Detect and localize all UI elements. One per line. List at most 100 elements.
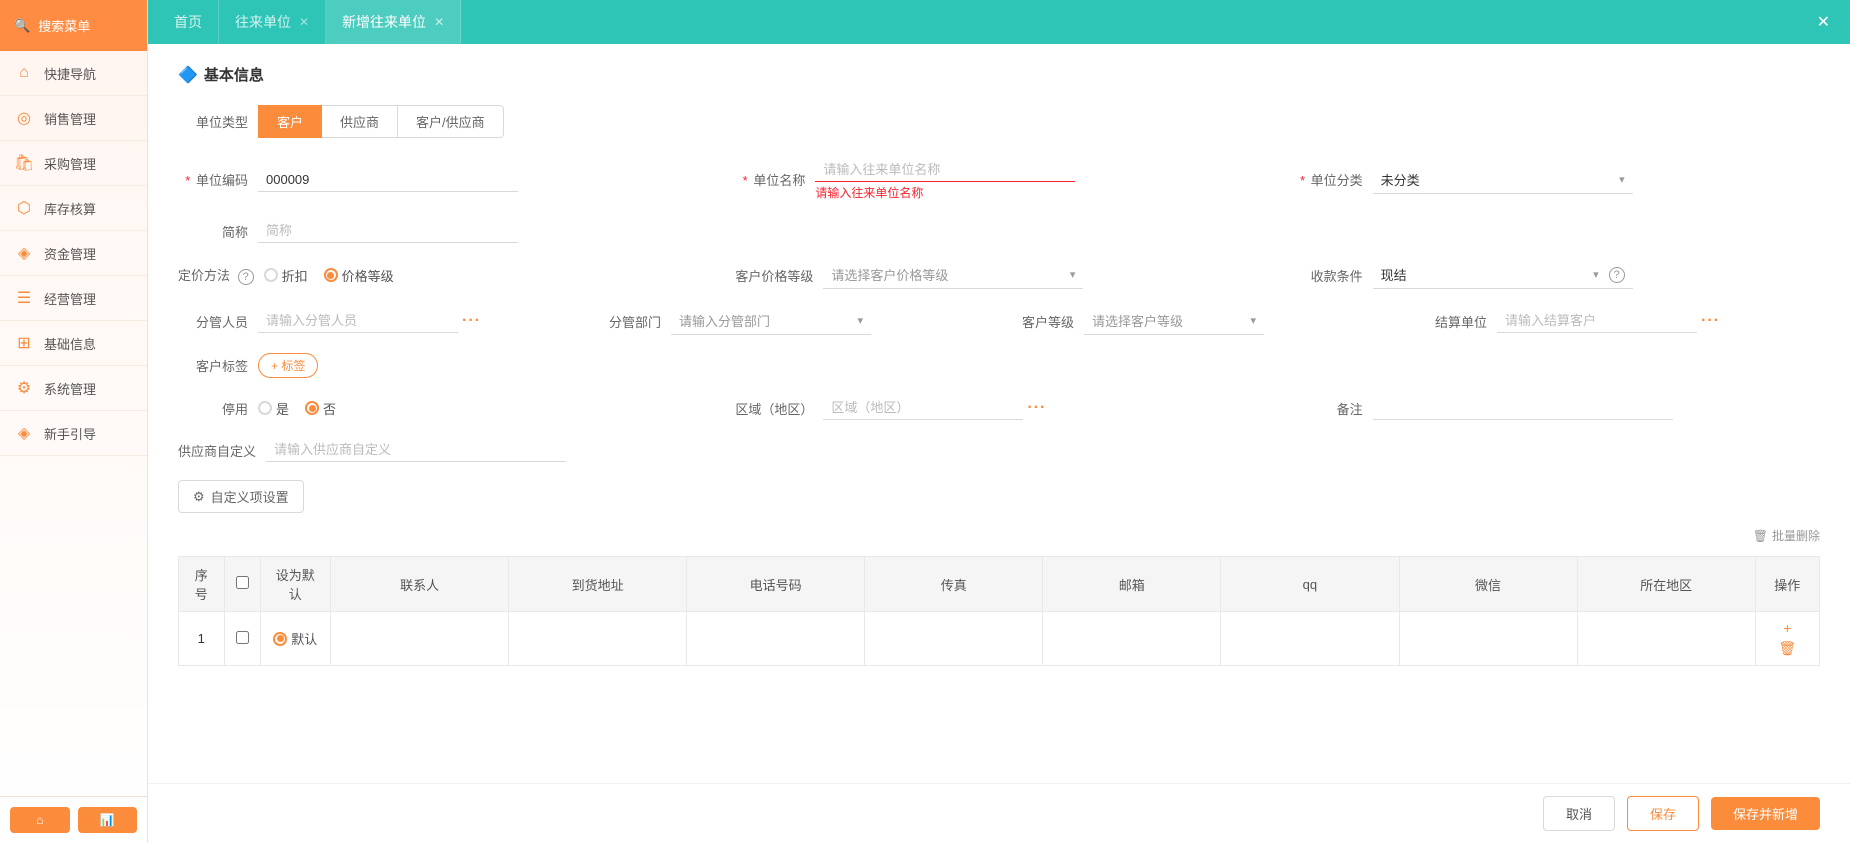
department-select[interactable]: 请输入分管部门 ▾ <box>671 307 871 335</box>
tab-partners-close[interactable]: ✕ <box>299 15 309 29</box>
sidebar: 🔍 搜索菜单 ⌂ 快捷导航 ◎ 销售管理 🛍 采购管理 ⬡ 库存核算 ◈ 资金管… <box>0 0 148 843</box>
cell-wechat[interactable] <box>1399 612 1577 666</box>
unit-category-select[interactable]: 未分类 ▾ <box>1373 166 1633 194</box>
table-header: 序号 设为默认 联系人 到货地址 电话号码 传真 邮箱 qq 微信 所在地区 操… <box>179 557 1820 612</box>
manager-input[interactable] <box>258 309 458 333</box>
tab-bar-close-btn[interactable]: ✕ <box>1807 12 1840 32</box>
sidebar-item-purchase[interactable]: 🛍 采购管理 <box>0 141 147 186</box>
add-row-btn[interactable]: + <box>1779 618 1795 638</box>
tags-label: 客户标签 <box>178 356 258 375</box>
tab-partners[interactable]: 往来单位 ✕ <box>219 0 326 44</box>
col-fax: 传真 <box>865 557 1043 612</box>
tab-new-partner[interactable]: 新增往来单位 ✕ <box>326 0 461 44</box>
cell-default[interactable]: 默认 <box>260 612 331 666</box>
sidebar-item-funds[interactable]: ◈ 资金管理 <box>0 231 147 276</box>
supplier-custom-input[interactable] <box>266 438 566 462</box>
default-radio-label: 默认 <box>291 629 317 648</box>
sidebar-item-basic[interactable]: ⊞ 基础信息 <box>0 321 147 366</box>
save-button[interactable]: 保存 <box>1627 796 1699 831</box>
payment-terms-select[interactable]: 现结 ▾ ? <box>1373 261 1633 289</box>
radio-disabled-yes[interactable]: 是 <box>258 399 289 418</box>
cell-fax[interactable] <box>865 612 1043 666</box>
sidebar-item-sales[interactable]: ◎ 销售管理 <box>0 96 147 141</box>
manager-more-btn[interactable]: ··· <box>458 312 485 330</box>
wechat-input[interactable] <box>1410 631 1567 646</box>
form-group-remark: 备注 <box>1293 396 1820 420</box>
batch-delete-button[interactable]: 🗑 批量删除 <box>1753 527 1820 544</box>
unit-code-input[interactable] <box>258 168 518 192</box>
save-new-button[interactable]: 保存并新增 <box>1711 797 1820 830</box>
batch-delete-label: 批量删除 <box>1772 527 1820 544</box>
contacts-table: 序号 设为默认 联系人 到货地址 电话号码 传真 邮箱 qq 微信 所在地区 操… <box>178 556 1820 666</box>
customer-level-chevron: ▾ <box>1250 314 1256 327</box>
contact-input[interactable] <box>341 631 498 646</box>
payment-terms-help-icon[interactable]: ? <box>1609 267 1625 283</box>
pricing-help-icon[interactable]: ? <box>238 269 254 285</box>
radio-price-level-circle <box>324 268 338 282</box>
type-btn-supplier[interactable]: 供应商 <box>321 105 398 138</box>
fax-input[interactable] <box>875 631 1032 646</box>
sidebar-search[interactable]: 🔍 搜索菜单 <box>0 10 147 41</box>
col-checkbox[interactable] <box>224 557 260 612</box>
select-all-checkbox[interactable] <box>236 576 249 589</box>
sidebar-item-quick-nav[interactable]: ⌂ 快捷导航 <box>0 51 147 96</box>
customer-price-select[interactable]: 请选择客户价格等级 ▾ <box>823 261 1083 289</box>
email-input[interactable] <box>1053 631 1210 646</box>
radio-price-level[interactable]: 价格等级 <box>324 266 394 285</box>
cell-region[interactable] <box>1577 612 1755 666</box>
customer-price-label: 客户价格等级 <box>735 266 823 285</box>
unit-code-required: * <box>185 173 190 188</box>
sidebar-bottom-btn2[interactable]: 📊 <box>78 807 138 833</box>
search-icon: 🔍 <box>14 18 30 34</box>
sidebar-item-inventory[interactable]: ⬡ 库存核算 <box>0 186 147 231</box>
form-row-abbr: 简称 <box>178 219 1820 243</box>
qq-input[interactable] <box>1231 631 1388 646</box>
region-input[interactable] <box>823 396 1023 420</box>
cell-checkbox[interactable] <box>224 612 260 666</box>
radio-disabled-no[interactable]: 否 <box>305 399 336 418</box>
cell-address[interactable] <box>509 612 687 666</box>
form-row-unit-info: * 单位编码 * 单位名称 请输入往来单位名称 * 单位分类 <box>178 158 1820 201</box>
custom-settings-button[interactable]: ⚙ 自定义项设置 <box>178 480 304 513</box>
remark-input[interactable] <box>1373 396 1673 420</box>
sidebar-item-guide[interactable]: ◈ 新手引导 <box>0 411 147 456</box>
form-group-customer-price: 客户价格等级 请选择客户价格等级 ▾ <box>735 261 1262 289</box>
region-more-btn[interactable]: ··· <box>1023 399 1050 417</box>
settlement-input[interactable] <box>1497 309 1697 333</box>
settlement-more-btn[interactable]: ··· <box>1697 312 1724 330</box>
cell-contact[interactable] <box>331 612 509 666</box>
sidebar-item-operations[interactable]: ☰ 经营管理 <box>0 276 147 321</box>
cell-email[interactable] <box>1043 612 1221 666</box>
cell-phone[interactable] <box>687 612 865 666</box>
form-group-pricing: 定价方法 ? 折扣 价格等级 <box>178 265 705 285</box>
default-radio[interactable]: 默认 <box>271 629 321 648</box>
delete-row-btn[interactable]: 🗑 <box>1774 638 1800 659</box>
customer-level-placeholder: 请选择客户等级 <box>1092 311 1246 330</box>
tab-partners-label: 往来单位 <box>235 12 291 32</box>
row-checkbox[interactable] <box>236 631 249 644</box>
sidebar-search-label: 搜索菜单 <box>38 16 90 35</box>
radio-discount[interactable]: 折扣 <box>264 266 308 285</box>
type-btn-both[interactable]: 客户/供应商 <box>397 105 504 138</box>
form-row-supplier-custom: 供应商自定义 <box>178 438 1820 462</box>
type-btn-customer[interactable]: 客户 <box>258 105 322 138</box>
abbr-input[interactable] <box>258 219 518 243</box>
address-input[interactable] <box>519 631 676 646</box>
tag-add-button[interactable]: + 标签 <box>258 353 318 378</box>
sidebar-item-system[interactable]: ⚙ 系统管理 <box>0 366 147 411</box>
sales-icon: ◎ <box>14 108 34 128</box>
sidebar-item-label: 新手引导 <box>44 424 96 443</box>
cell-qq[interactable] <box>1221 612 1399 666</box>
customer-level-label: 客户等级 <box>1004 312 1084 331</box>
unit-name-input[interactable] <box>815 158 1075 182</box>
customer-level-select[interactable]: 请选择客户等级 ▾ <box>1084 307 1264 335</box>
phone-input[interactable] <box>697 631 854 646</box>
guide-icon: ◈ <box>14 423 34 443</box>
form-row-manager: 分管人员 ··· 分管部门 请输入分管部门 ▾ 客户等级 请选择客户等级 ▾ 结… <box>178 307 1820 335</box>
tab-home[interactable]: 首页 <box>158 0 219 44</box>
sidebar-bottom-btn1[interactable]: ⌂ <box>10 807 70 833</box>
region-table-input[interactable] <box>1588 631 1745 646</box>
cancel-button[interactable]: 取消 <box>1543 796 1615 831</box>
remark-label: 备注 <box>1293 399 1373 418</box>
tab-new-partner-close[interactable]: ✕ <box>434 15 444 29</box>
